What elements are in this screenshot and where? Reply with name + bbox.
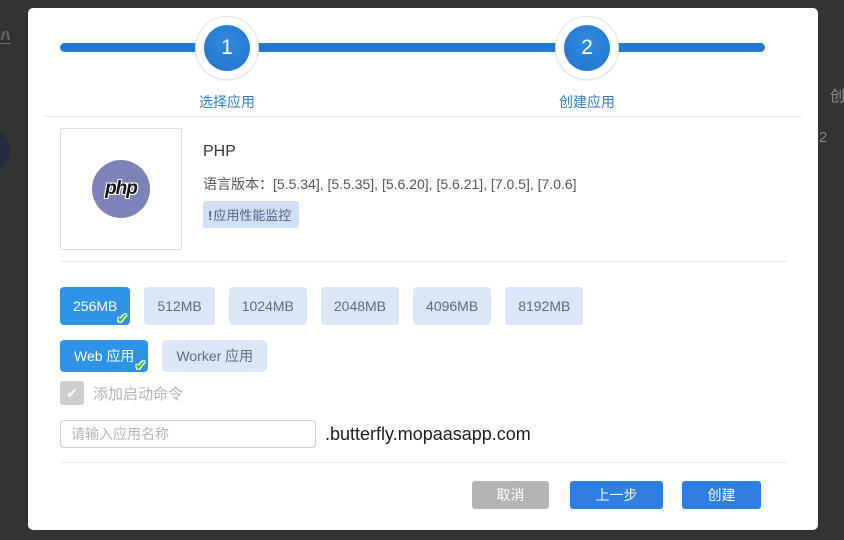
- startup-command-row: ✔ 添加启动命令: [60, 381, 183, 405]
- php-logo-text: php: [105, 178, 138, 199]
- type-option-worker[interactable]: Worker 应用: [162, 340, 268, 372]
- memory-option-1024mb[interactable]: 1024MB: [228, 287, 307, 325]
- check-icon: ✔: [116, 310, 129, 326]
- memory-option-4096mb[interactable]: 4096MB: [413, 287, 492, 325]
- app-performance-tag-label: 应用性能监控: [213, 208, 292, 223]
- background-number-right: 2: [819, 129, 828, 146]
- app-name-row: .butterfly.mopaasapp.com: [60, 420, 531, 448]
- app-logo-box: php: [60, 128, 182, 250]
- step-1-label: 选择应用: [199, 94, 255, 110]
- stepper-progress-bar: [60, 43, 765, 52]
- step-1-circle: 1: [195, 16, 259, 80]
- domain-suffix: .butterfly.mopaasapp.com: [325, 423, 531, 444]
- memory-option-label: 8192MB: [518, 298, 571, 314]
- type-option-label: Web 应用: [74, 348, 135, 364]
- memory-option-label: 512MB: [157, 298, 202, 314]
- type-option-web[interactable]: Web 应用 ✔: [60, 340, 149, 373]
- step-1-number: 1: [204, 25, 250, 71]
- memory-options-row: 256MB ✔ 512MB 1024MB 2048MB 4096MB 8192M…: [60, 287, 584, 326]
- memory-option-256mb[interactable]: 256MB ✔: [60, 287, 131, 326]
- exclamation-icon: !: [208, 208, 213, 223]
- create-app-modal: 1 2 选择应用 创建应用 php PHP 语言版本：[5.5.34], [5.…: [28, 8, 818, 530]
- memory-option-2048mb[interactable]: 2048MB: [320, 287, 400, 325]
- cancel-button[interactable]: 取消: [472, 481, 549, 509]
- divider: [60, 261, 788, 262]
- previous-step-button[interactable]: 上一步: [570, 481, 663, 509]
- app-versions: 语言版本：[5.5.34], [5.5.35], [5.6.20], [5.6.…: [203, 176, 577, 192]
- startup-command-checkbox[interactable]: ✔: [60, 381, 84, 405]
- step-2-label: 创建应用: [559, 94, 615, 110]
- step-2-number: 2: [564, 25, 610, 71]
- app-name: PHP: [203, 143, 236, 160]
- php-logo-icon: php: [92, 160, 150, 218]
- background-text-right: 创: [830, 88, 844, 105]
- memory-option-label: 2048MB: [333, 298, 387, 314]
- divider: [60, 462, 788, 463]
- memory-option-label: 4096MB: [426, 298, 479, 314]
- type-option-label: Worker 应用: [176, 348, 254, 364]
- memory-option-label: 1024MB: [241, 298, 294, 314]
- app-type-row: Web 应用 ✔ Worker 应用: [60, 340, 268, 373]
- memory-option-label: 256MB: [73, 298, 118, 314]
- check-icon: ✔: [66, 384, 78, 401]
- divider: [44, 116, 802, 117]
- app-name-input[interactable]: [60, 420, 316, 448]
- background-logo-circle: [0, 130, 10, 170]
- memory-option-8192mb[interactable]: 8192MB: [505, 287, 584, 325]
- startup-command-label: 添加启动命令: [93, 385, 184, 403]
- memory-option-512mb[interactable]: 512MB: [144, 287, 215, 325]
- step-2-circle: 2: [555, 16, 619, 80]
- background-text-fragment: [0, 29, 11, 44]
- check-icon: ✔: [134, 357, 147, 373]
- create-button[interactable]: 创建: [682, 481, 761, 509]
- app-performance-tag: !应用性能监控: [203, 201, 300, 228]
